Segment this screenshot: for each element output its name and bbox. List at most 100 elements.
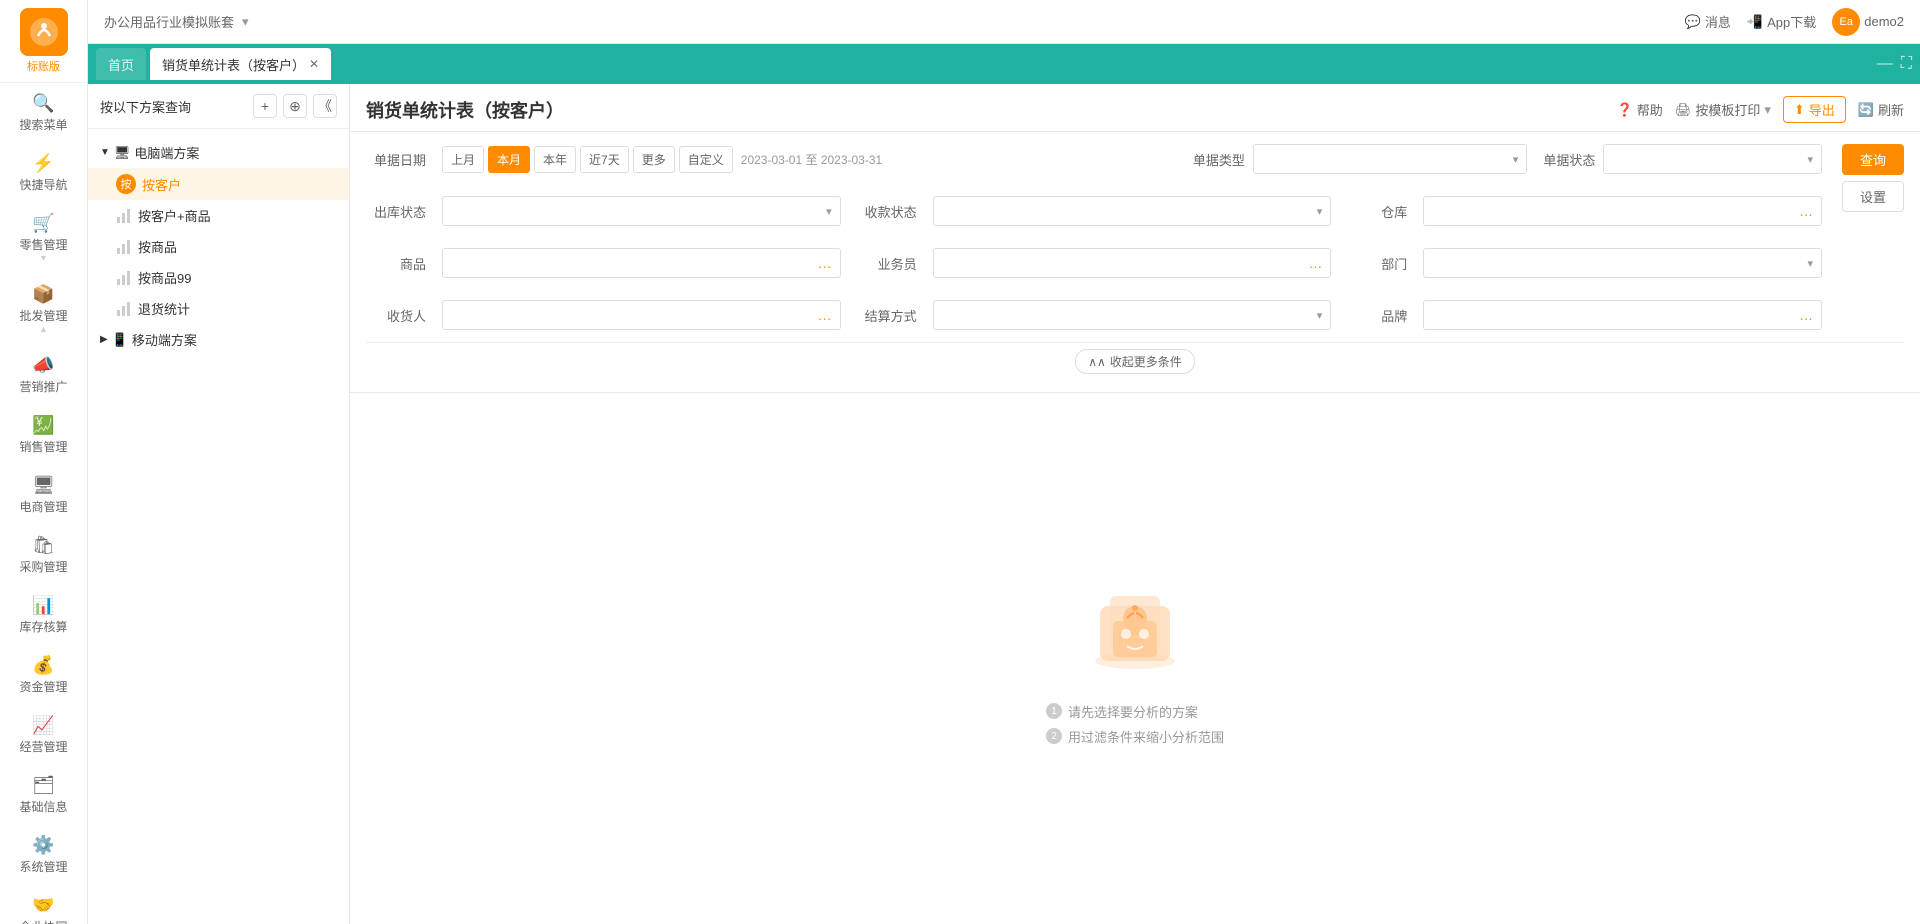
ship-status-label: 出库状态 [366,202,426,221]
left-panel-header: 按以下方案查询 + ⊕ 《 [88,84,349,129]
date-btn-last-7[interactable]: 近7天 [580,146,629,173]
app-download-btn[interactable]: 📲 App下载 [1747,12,1816,31]
export-btn[interactable]: ⬆ 导出 [1783,96,1846,123]
empty-state: 1 请先选择要分析的方案 2 用过滤条件来缩小分析范围 [350,393,1920,924]
sidebar-item-operations[interactable]: 📈 经营管理 [0,705,87,765]
payment-status-input[interactable]: ▾ [933,196,1332,226]
brand-dots: … [1799,307,1813,323]
left-panel-actions: + ⊕ 《 [253,94,337,118]
message-icon: 💬 [1685,14,1701,30]
sidebar-inventory-label: 库存核算 [19,618,67,635]
add-scheme-btn[interactable]: + [253,94,277,118]
print-btn[interactable]: 🖨 按模板打印 ▾ [1675,100,1771,119]
tree-child-return-stat[interactable]: 退货统计 [88,293,349,324]
sidebar-search-label: 搜索菜单 [19,116,67,133]
tree-parent-desktop[interactable]: ▼ 🖥 电脑端方案 [88,137,349,168]
sidebar-item-sales[interactable]: 💹 销售管理 [0,405,87,465]
sidebar-item-purchase[interactable]: 🛍 采购管理 [0,525,87,585]
tree-child-by-product-99[interactable]: 按商品99 [88,262,349,293]
doc-status-input[interactable]: ▾ [1603,144,1822,174]
filter-row-1: 单据日期 上月 本月 本年 近7天 更多 自定义 2023-03-01 至 20… [366,144,1822,174]
brand-input[interactable]: … [1423,300,1822,330]
tab-minimize-btn[interactable]: — [1877,55,1893,73]
recipient-input[interactable]: … [442,300,841,330]
tab-home-label: 首页 [108,55,134,74]
ship-status-input[interactable]: ▾ [442,196,841,226]
content-wrapper: 按以下方案查询 + ⊕ 《 ▼ 🖥 电脑端方案 按 按客户 [88,84,1920,924]
user-area[interactable]: Ea demo2 [1832,8,1904,36]
date-btn-last-month[interactable]: 上月 [442,146,484,173]
username: demo2 [1864,14,1904,29]
sidebar-quicknav-label: 快捷导航 [19,176,67,193]
tree-child-by-customer-product[interactable]: 按客户+商品 [88,200,349,231]
tree-parent-mobile[interactable]: ▶ 📱 移动端方案 [88,324,349,355]
sidebar-item-quicknav[interactable]: ⚡ 快捷导航 [0,143,87,203]
sidebar-item-inventory[interactable]: 📊 库存核算 [0,585,87,645]
warehouse-input[interactable]: … [1423,196,1822,226]
return-stat-label: 退货统计 [138,299,190,318]
collapse-btn[interactable]: ∧∧ 收起更多条件 [1075,349,1195,374]
department-arrow: ▾ [1807,257,1813,270]
query-btn[interactable]: 查询 [1842,144,1904,175]
sidebar-item-search[interactable]: 🔍 搜索菜单 [0,83,87,143]
date-btn-more[interactable]: 更多 [633,146,675,173]
dropdown-arrow[interactable]: ▾ [242,14,249,30]
sidebar-item-finance[interactable]: 💰 资金管理 [0,645,87,705]
sidebar-item-system[interactable]: ⚙️ 系统管理 [0,825,87,885]
date-range: 2023-03-01 至 2023-03-31 [741,151,882,168]
salesperson-dots: … [1308,255,1322,271]
salesperson-input[interactable]: … [933,248,1332,278]
tree-child-by-product[interactable]: 按商品 [88,231,349,262]
edit-scheme-btn[interactable]: ⊕ [283,94,307,118]
export-icon: ⬆ [1794,102,1805,118]
tab-maximize-btn[interactable]: ⛶ [1901,55,1912,73]
sidebar-item-retail[interactable]: 🛒 零售管理 ▾ [0,203,87,274]
sidebar-item-basic[interactable]: 🗂 基础信息 [0,765,87,825]
sidebar-operations-label: 经营管理 [19,738,67,755]
chart-icon-4 [116,301,132,317]
doc-type-input[interactable]: ▾ [1253,144,1527,174]
tab-sales-stat[interactable]: 销货单统计表（按客户） ✕ [150,48,331,80]
by-product-99-label: 按商品99 [138,268,191,287]
logo-label: 标账版 [27,58,60,74]
quicknav-icon: ⚡ [32,153,54,174]
tab-close-btn[interactable]: ✕ [309,57,319,71]
product-dots: … [818,255,832,271]
sidebar-item-corp[interactable]: 🤝 企业协同 [0,885,87,924]
settings-btn[interactable]: 设置 [1842,181,1904,212]
sales-icon: 💹 [32,415,54,436]
export-label: 导出 [1809,100,1835,119]
app-download-label: App下载 [1767,12,1816,31]
logo-icon[interactable] [20,8,68,56]
basic-icon: 🗂 [32,775,55,796]
collapse-icon: ∧∧ [1088,355,1106,369]
recipient-label: 收货人 [366,306,426,325]
date-btn-custom[interactable]: 自定义 [679,146,733,173]
sidebar-item-ecommerce[interactable]: 🖥 电商管理 [0,465,87,525]
chart-icon-1 [116,208,132,224]
filter-cell-doc-type: 单据类型 ▾ [1193,144,1527,174]
date-btn-this-month[interactable]: 本月 [488,146,530,173]
tab-bar: 首页 销货单统计表（按客户） ✕ — ⛶ [88,44,1920,84]
sidebar: 标账版 🔍 搜索菜单 ⚡ 快捷导航 🛒 零售管理 ▾ 📦 批发管理 ▴ 📣 营销… [0,0,88,924]
collapse-panel-btn[interactable]: 《 [313,94,337,118]
refresh-btn[interactable]: 🔄 刷新 [1858,100,1904,119]
collapse-label: 收起更多条件 [1110,353,1182,370]
department-input[interactable]: ▾ [1423,248,1822,278]
settlement-input[interactable]: ▾ [933,300,1332,330]
tree-child-by-customer[interactable]: 按 按客户 [88,168,349,200]
sidebar-item-wholesale[interactable]: 📦 批发管理 ▴ [0,274,87,345]
message-btn[interactable]: 💬 消息 [1685,12,1731,31]
recipient-dots: … [818,307,832,323]
product-input[interactable]: … [442,248,841,278]
mobile-label: 移动端方案 [132,330,197,349]
sidebar-marketing-label: 营销推广 [19,378,67,395]
sidebar-item-marketing[interactable]: 📣 营销推广 [0,345,87,405]
doc-type-arrow: ▾ [1513,153,1519,166]
right-panel: 销货单统计表（按客户） ❓ 帮助 🖨 按模板打印 ▾ ⬆ 导出 [350,84,1920,924]
system-icon: ⚙️ [32,835,54,856]
tab-home[interactable]: 首页 [96,48,146,80]
date-btn-this-year[interactable]: 本年 [534,146,576,173]
print-icon: 🖨 [1675,102,1692,118]
help-btn[interactable]: ❓ 帮助 [1617,100,1663,119]
